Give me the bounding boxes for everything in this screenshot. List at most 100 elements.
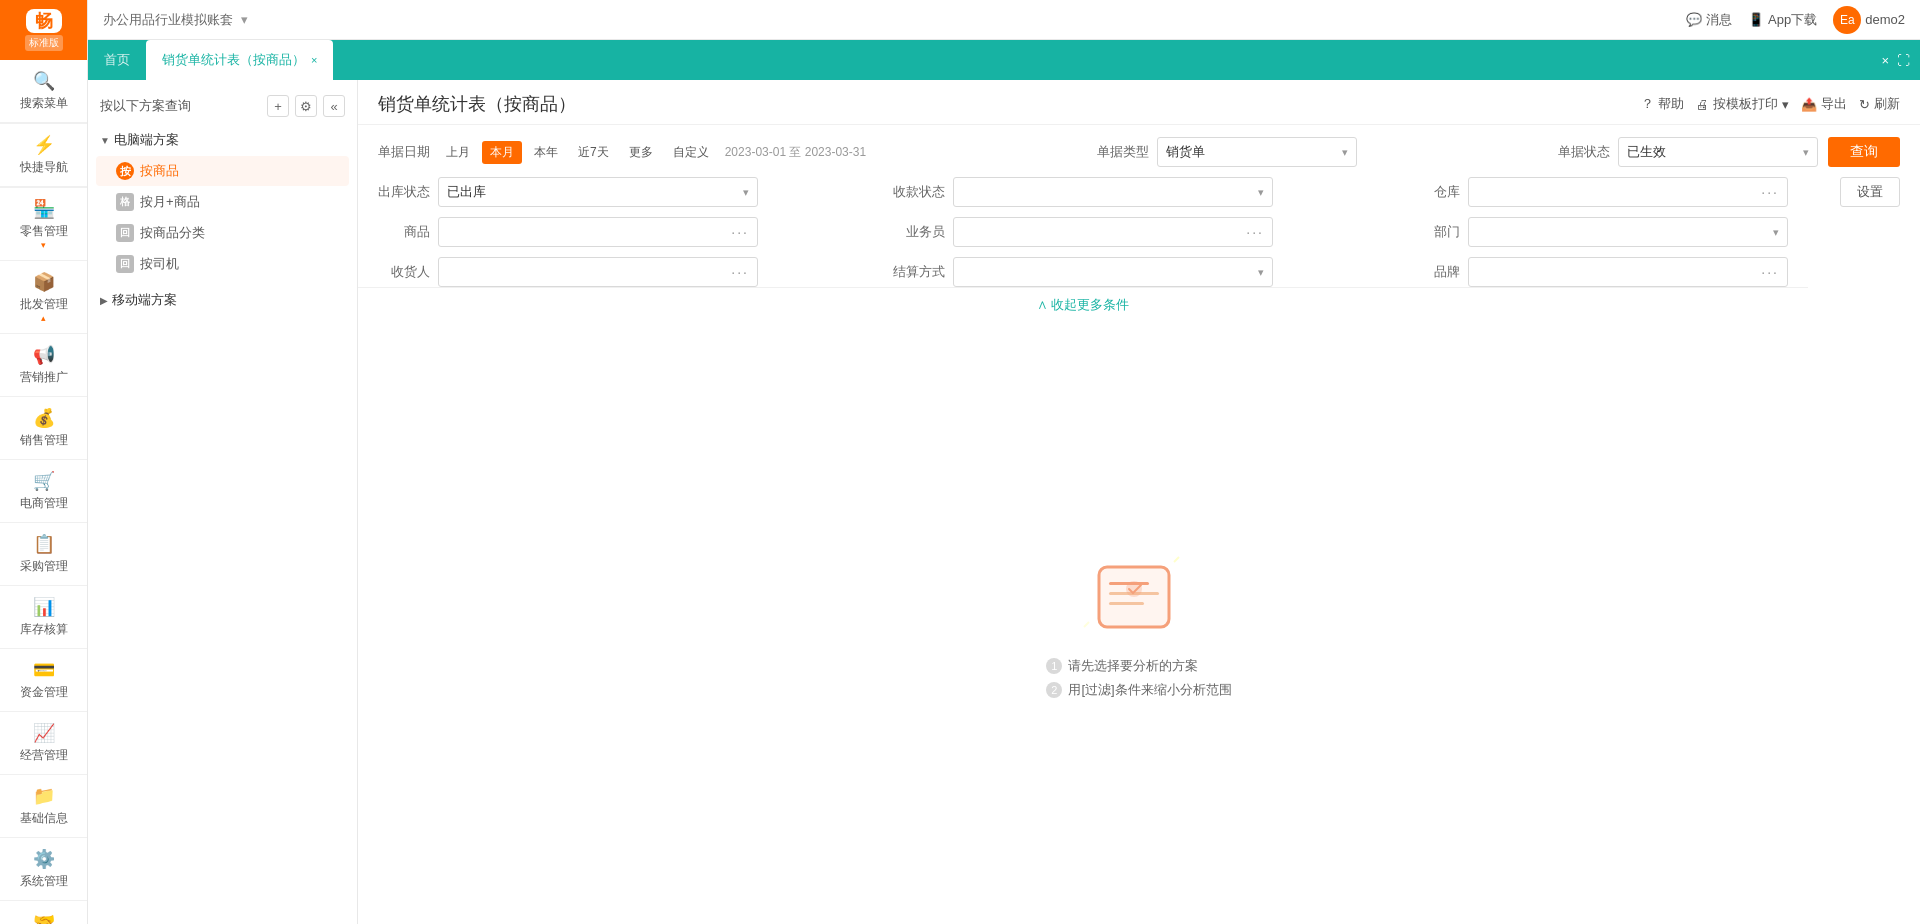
- scheme-by-category[interactable]: 回 按商品分类: [96, 218, 349, 248]
- sidebar-item-finance[interactable]: 💳 资金管理: [0, 649, 87, 712]
- main-right: 销货单统计表（按商品） ？ 帮助 🖨 按模板打印 ▾ 📤 导出: [358, 80, 1920, 924]
- page-content: 按以下方案查询 + ⚙ « ▼ 电脑端方案: [88, 80, 1920, 924]
- help-icon: ？: [1641, 95, 1654, 113]
- date-btn-this-month[interactable]: 本月: [482, 141, 522, 164]
- sidebar-item-inventory[interactable]: 📊 库存核算: [0, 586, 87, 649]
- tab-close-icon[interactable]: ×: [311, 54, 317, 66]
- collect-status-control[interactable]: ▾: [953, 177, 1273, 207]
- sidebar-item-operation[interactable]: 📈 经营管理: [0, 712, 87, 775]
- tip-item-1: 1 请先选择要分析的方案: [1046, 657, 1231, 675]
- tab-close-all-icon[interactable]: ×: [1881, 53, 1889, 68]
- main-area: 办公用品行业模拟账套 ▾ 💬 消息 📱 App下载 Ea demo2 首页 销货…: [88, 0, 1920, 924]
- tip-num-2: 2: [1046, 682, 1062, 698]
- collect-status-field: 收款状态 ▾: [893, 177, 1273, 207]
- mobile-schemes-group: ▶ 移动端方案: [88, 285, 357, 315]
- sidebar-search[interactable]: 🔍 搜索菜单: [0, 60, 87, 124]
- scheme-by-month-product[interactable]: 格 按月+商品: [96, 187, 349, 217]
- avatar: Ea: [1833, 6, 1861, 34]
- date-range-text: 2023-03-01 至 2023-03-31: [725, 144, 866, 161]
- tip-item-2: 2 用[过滤]条件来缩小分析范围: [1046, 681, 1231, 699]
- scheme-icon-category: 回: [116, 224, 134, 242]
- basic-icon: 📁: [33, 785, 55, 807]
- out-status-control[interactable]: 已出库 ▾: [438, 177, 758, 207]
- logo-icon: 畅: [26, 9, 62, 33]
- sidebar-item-wholesale[interactable]: 📦 批发管理 ▴: [0, 261, 87, 334]
- tab-report[interactable]: 销货单统计表（按商品） ×: [146, 40, 333, 80]
- brand-field: 品牌 ···: [1408, 257, 1788, 287]
- sidebar-item-system[interactable]: ⚙️ 系统管理: [0, 838, 87, 901]
- sidebar-item-marketing[interactable]: 📢 营销推广: [0, 334, 87, 397]
- quicknav-icon: ⚡: [33, 134, 55, 156]
- sidebar-item-enterprise[interactable]: 🤝 企业协同: [0, 901, 87, 924]
- brand-control[interactable]: ···: [1468, 257, 1788, 287]
- collapse-panel-button[interactable]: «: [323, 95, 345, 117]
- product-dots-icon: ···: [731, 224, 749, 240]
- mobile-icon: 📱: [1748, 12, 1764, 27]
- salesperson-control[interactable]: ···: [953, 217, 1273, 247]
- search-icon: 🔍: [33, 70, 55, 92]
- payment-label: 结算方式: [893, 263, 953, 281]
- mobile-schemes-header[interactable]: ▶ 移动端方案: [96, 285, 349, 315]
- retail-icon: 🏪: [33, 198, 55, 220]
- system-icon: ⚙️: [33, 848, 55, 870]
- warehouse-control[interactable]: ···: [1468, 177, 1788, 207]
- scheme-by-cashier[interactable]: 回 按司机: [96, 249, 349, 279]
- help-button[interactable]: ？ 帮助: [1641, 95, 1684, 113]
- marketing-icon: 📢: [33, 344, 55, 366]
- date-btn-custom[interactable]: 自定义: [665, 141, 717, 164]
- pc-schemes-header[interactable]: ▼ 电脑端方案: [96, 125, 349, 155]
- add-scheme-button[interactable]: +: [267, 95, 289, 117]
- date-btn-more[interactable]: 更多: [621, 141, 661, 164]
- refresh-button[interactable]: ↻ 刷新: [1859, 95, 1900, 113]
- scheme-by-product[interactable]: 按 按商品: [96, 156, 349, 186]
- app-download-button[interactable]: 📱 App下载: [1748, 11, 1817, 29]
- settings-scheme-button[interactable]: ⚙: [295, 95, 317, 117]
- payment-control[interactable]: ▾: [953, 257, 1273, 287]
- receiver-control[interactable]: ···: [438, 257, 758, 287]
- message-icon: 💬: [1686, 12, 1702, 27]
- ecommerce-icon: 🛒: [33, 470, 55, 492]
- filter-row-3: 商品 ··· 业务员 ···: [378, 217, 1788, 247]
- date-btn-last-month[interactable]: 上月: [438, 141, 478, 164]
- empty-state-illustration: [1079, 547, 1199, 647]
- sidebar-item-purchase[interactable]: 📋 采购管理: [0, 523, 87, 586]
- salesperson-dots-icon: ···: [1246, 224, 1264, 240]
- template-print-button[interactable]: 🖨 按模板打印 ▾: [1696, 95, 1789, 113]
- export-button[interactable]: 📤 导出: [1801, 95, 1847, 113]
- date-label: 单据日期: [378, 143, 438, 161]
- tab-home[interactable]: 首页: [88, 40, 146, 80]
- department-field: 部门 ▾: [1408, 217, 1788, 247]
- settings-button[interactable]: 设置: [1840, 177, 1900, 207]
- industry-selector[interactable]: 办公用品行业模拟账套 ▾: [103, 11, 248, 29]
- inventory-icon: 📊: [33, 596, 55, 618]
- user-menu[interactable]: Ea demo2: [1833, 6, 1905, 34]
- filter-area: 单据日期 上月 本月 本年 近7天 更多 自定义: [358, 125, 1808, 322]
- enterprise-icon: 🤝: [33, 911, 55, 924]
- sidebar-item-sales[interactable]: 💰 销售管理: [0, 397, 87, 460]
- sidebar-quicknav[interactable]: ⚡ 快捷导航: [0, 124, 87, 188]
- tab-controls: × ⛶: [1871, 53, 1920, 68]
- sidebar-item-basic[interactable]: 📁 基础信息: [0, 775, 87, 838]
- product-control[interactable]: ···: [438, 217, 758, 247]
- out-status-arrow-icon: ▾: [743, 186, 749, 199]
- payment-field: 结算方式 ▾: [893, 257, 1273, 287]
- department-control[interactable]: ▾: [1468, 217, 1788, 247]
- salesperson-field: 业务员 ···: [893, 217, 1273, 247]
- out-status-field: 出库状态 已出库 ▾: [378, 177, 758, 207]
- query-button[interactable]: 查询: [1828, 137, 1900, 167]
- tab-expand-icon[interactable]: ⛶: [1897, 53, 1910, 68]
- sidebar-item-ecommerce[interactable]: 🛒 电商管理: [0, 460, 87, 523]
- sidebar-item-retail[interactable]: 🏪 零售管理 ▾: [0, 188, 87, 261]
- brand-dots-icon: ···: [1761, 264, 1779, 280]
- collapse-filters-button[interactable]: ∧ 收起更多条件: [358, 287, 1808, 322]
- date-btn-this-year[interactable]: 本年: [526, 141, 566, 164]
- filter-row-4: 收货人 ··· 结算方式 ▾: [378, 257, 1788, 287]
- messages-button[interactable]: 💬 消息: [1686, 11, 1732, 29]
- pc-schemes-group: ▼ 电脑端方案 按 按商品 格 按月+商品 回 按商品分类 回 按司机: [88, 125, 357, 279]
- date-btn-7days[interactable]: 近7天: [570, 141, 617, 164]
- filter-section: 单据日期 上月 本月 本年 近7天 更多 自定义: [358, 125, 1920, 322]
- doc-type-arrow-icon: ▾: [1342, 146, 1348, 159]
- sidebar-logo: 畅 标准版: [0, 0, 87, 60]
- doc-status-control[interactable]: 已生效 ▾: [1618, 137, 1818, 167]
- doc-type-control[interactable]: 销货单 ▾: [1157, 137, 1357, 167]
